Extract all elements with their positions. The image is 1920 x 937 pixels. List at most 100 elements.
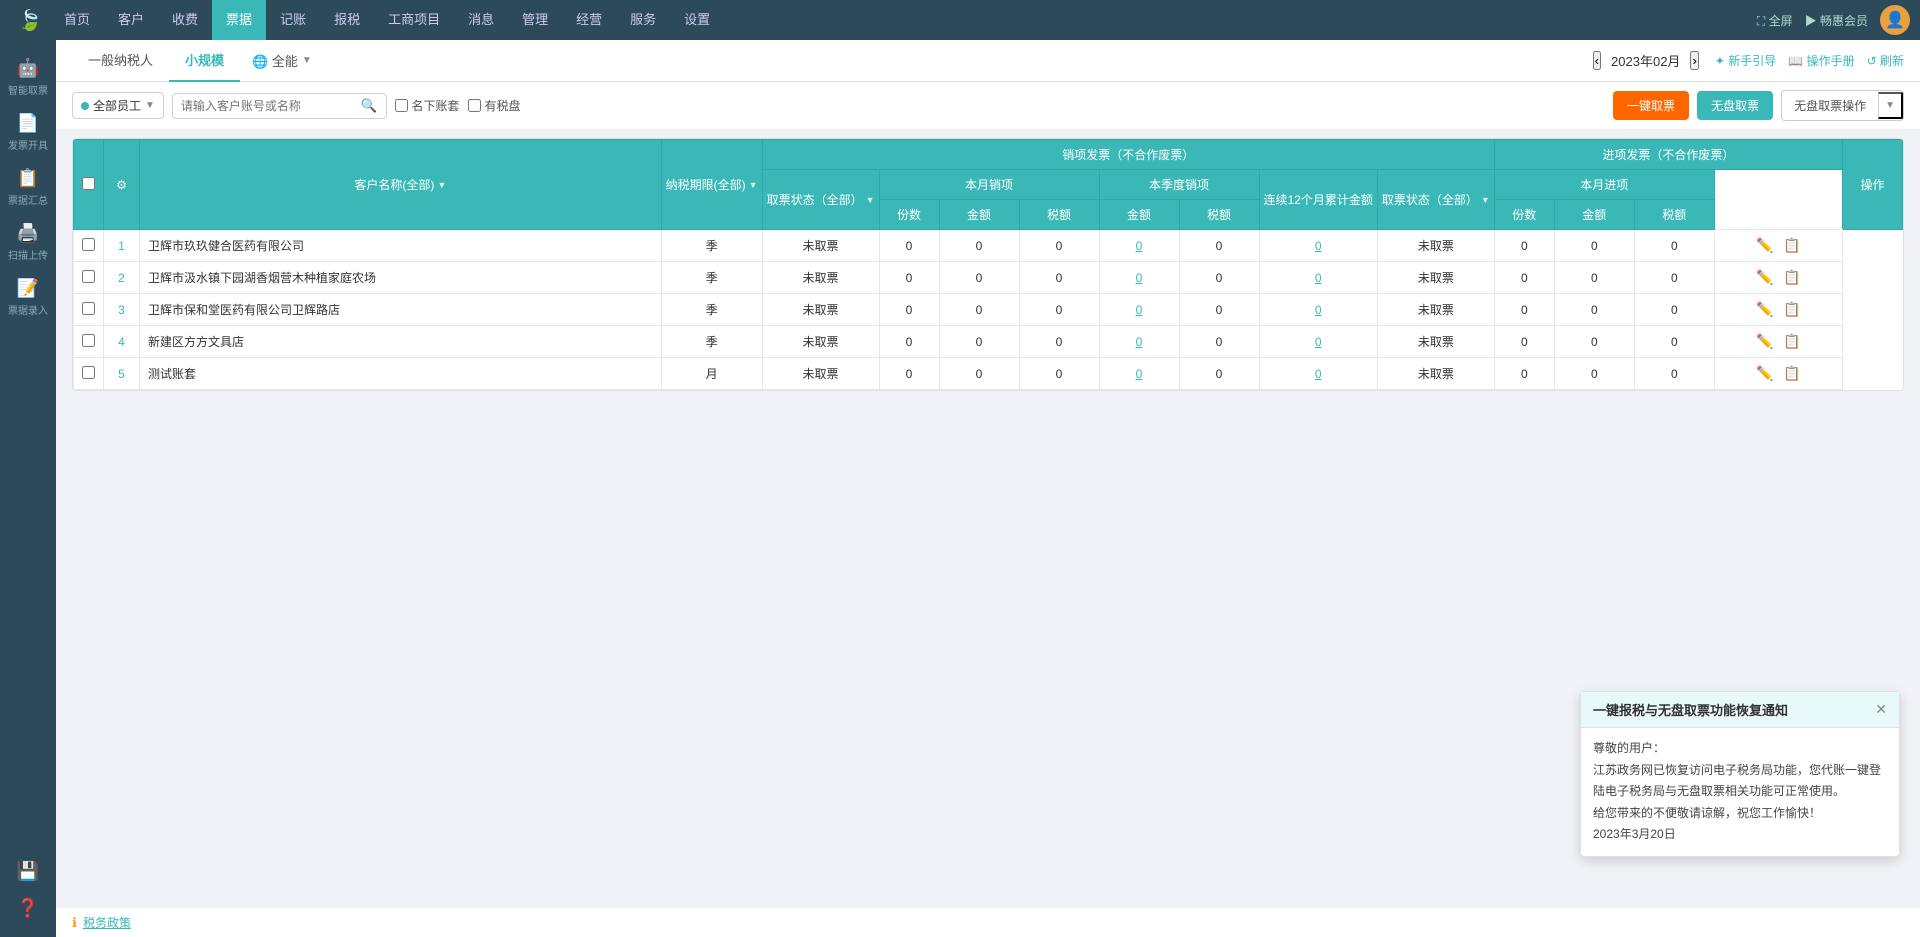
sidebar-item-label: 智能取票 bbox=[8, 82, 48, 97]
tax-policy-link[interactable]: 税务政策 bbox=[83, 914, 131, 931]
fullscreen-btn[interactable]: ⛶ 全屏 bbox=[1757, 12, 1793, 29]
table-row: 5 测试账套 月 未取票 0 0 0 0 0 0 未取票 0 0 0 ✏️ 📋 bbox=[74, 358, 1903, 390]
no-disk-op-main[interactable]: 无盘取票操作 bbox=[1782, 91, 1878, 120]
row-pm-tax: 0 bbox=[1634, 230, 1714, 262]
row-pm-amount: 0 bbox=[1554, 326, 1634, 358]
no-disk-op-btn[interactable]: 无盘取票操作 ▼ bbox=[1781, 90, 1904, 121]
staff-select[interactable]: 全部员工 ▼ bbox=[72, 92, 164, 119]
new-guide-link[interactable]: ✦ 新手引导 bbox=[1715, 52, 1776, 69]
select-all-checkbox[interactable] bbox=[82, 177, 95, 190]
tab-bar: 一般纳税人 小规模 🌐 全能 ▼ ‹ 2023年02月 › ✦ 新手引导 📖 操… bbox=[56, 40, 1920, 82]
row-checkbox[interactable] bbox=[82, 238, 95, 251]
row-num: 3 bbox=[104, 294, 140, 326]
nav-business[interactable]: 工商项目 bbox=[374, 0, 454, 40]
info-icon: ℹ bbox=[72, 915, 77, 931]
th-sales-12m: 连续12个月累计金额 bbox=[1259, 170, 1377, 230]
sidebar-item-label: 票据汇总 bbox=[8, 192, 48, 207]
row-checkbox[interactable] bbox=[82, 270, 95, 283]
filter-icon[interactable]: ▼ bbox=[437, 180, 446, 190]
sidebar-item-scan[interactable]: 🖨️ 扫描上传 bbox=[0, 215, 56, 270]
refresh-link[interactable]: ↺ 刷新 bbox=[1867, 52, 1904, 69]
period-next-btn[interactable]: › bbox=[1690, 51, 1698, 70]
my-accounts-checkbox[interactable]: 名下账套 bbox=[395, 97, 460, 114]
row-op: ✏️ 📋 bbox=[1714, 294, 1842, 326]
notification-popup: 一键报税与无盘取票功能恢复通知 ✕ 尊敬的用户： 江苏政务网已恢复访问电子税务局… bbox=[1580, 691, 1900, 857]
edit-btn[interactable]: ✏️ bbox=[1753, 301, 1776, 318]
has-tax-disk-check[interactable] bbox=[468, 99, 481, 112]
nav-bookkeeping[interactable]: 记账 bbox=[266, 0, 320, 40]
tab-small-scale[interactable]: 小规模 bbox=[169, 40, 240, 82]
filter-icon[interactable]: ▼ bbox=[866, 195, 875, 205]
row-sq-tax: 0 bbox=[1179, 230, 1259, 262]
nav-home[interactable]: 首页 bbox=[50, 0, 104, 40]
row-sm-tax: 0 bbox=[1019, 294, 1099, 326]
settings-icon[interactable]: ⚙ bbox=[116, 178, 127, 192]
row-sm-amount: 0 bbox=[939, 358, 1019, 390]
no-disk-btn[interactable]: 无盘取票 bbox=[1697, 91, 1773, 120]
sidebar-bottom: 💾 ❓ bbox=[0, 853, 56, 937]
filter-icon[interactable]: ▼ bbox=[749, 180, 758, 190]
status-bar: ℹ 税务政策 bbox=[56, 907, 1920, 937]
nav-service[interactable]: 服务 bbox=[616, 0, 670, 40]
no-disk-op-arrow[interactable]: ▼ bbox=[1878, 92, 1903, 119]
row-sq-amount: 0 bbox=[1099, 326, 1179, 358]
search-input[interactable] bbox=[173, 95, 353, 117]
row-pm-count: 0 bbox=[1494, 358, 1554, 390]
detail-btn[interactable]: 📋 bbox=[1780, 269, 1803, 286]
notification-close-btn[interactable]: ✕ bbox=[1875, 701, 1887, 718]
sidebar-item-input[interactable]: 📝 票据录入 bbox=[0, 270, 56, 325]
row-sm-amount: 0 bbox=[939, 262, 1019, 294]
nav-message[interactable]: 消息 bbox=[454, 0, 508, 40]
member-btn[interactable]: ▶ 畅惠会员 bbox=[1805, 12, 1868, 29]
th-sq-tax: 税额 bbox=[1179, 200, 1259, 230]
detail-btn[interactable]: 📋 bbox=[1780, 333, 1803, 350]
has-tax-disk-checkbox[interactable]: 有税盘 bbox=[468, 97, 521, 114]
row-tax-period: 月 bbox=[661, 358, 762, 390]
row-sm-count: 0 bbox=[879, 294, 939, 326]
manual-link[interactable]: 📖 操作手册 bbox=[1788, 52, 1854, 69]
nav-tax[interactable]: 报税 bbox=[320, 0, 374, 40]
filter-icon[interactable]: ▼ bbox=[1481, 195, 1490, 205]
summary-icon: 📋 bbox=[17, 168, 39, 189]
row-tax-period: 季 bbox=[661, 326, 762, 358]
row-checkbox[interactable] bbox=[82, 366, 95, 379]
row-sm-count: 0 bbox=[879, 262, 939, 294]
dot-icon bbox=[81, 102, 89, 110]
detail-btn[interactable]: 📋 bbox=[1780, 301, 1803, 318]
sidebar-item-download[interactable]: 💾 bbox=[0, 853, 56, 890]
nav-invoice[interactable]: 票据 bbox=[212, 0, 266, 40]
nav-operation[interactable]: 经营 bbox=[562, 0, 616, 40]
detail-btn[interactable]: 📋 bbox=[1780, 237, 1803, 254]
nav-fee[interactable]: 收费 bbox=[158, 0, 212, 40]
user-avatar[interactable]: 👤 bbox=[1880, 5, 1910, 35]
period-prev-btn[interactable]: ‹ bbox=[1593, 51, 1601, 70]
tab-all-label: 🌐 全能 bbox=[252, 51, 298, 70]
row-name: 卫辉市汲水镇下园湖香烟营木种植家庭农场 bbox=[140, 262, 662, 294]
edit-btn[interactable]: ✏️ bbox=[1753, 365, 1776, 382]
tab-all[interactable]: 🌐 全能 ▼ bbox=[240, 51, 324, 70]
row-sq-amount: 0 bbox=[1099, 262, 1179, 294]
row-pm-count: 0 bbox=[1494, 326, 1554, 358]
sidebar-item-summary[interactable]: 📋 票据汇总 bbox=[0, 160, 56, 215]
detail-btn[interactable]: 📋 bbox=[1780, 365, 1803, 382]
row-op: ✏️ 📋 bbox=[1714, 326, 1842, 358]
one-key-btn[interactable]: 一键取票 bbox=[1613, 91, 1689, 120]
row-sq-amount: 0 bbox=[1099, 294, 1179, 326]
sidebar-item-help[interactable]: ❓ bbox=[0, 890, 56, 927]
nav-customer[interactable]: 客户 bbox=[104, 0, 158, 40]
nav-settings[interactable]: 设置 bbox=[670, 0, 724, 40]
tab-general-taxpayer[interactable]: 一般纳税人 bbox=[72, 40, 169, 82]
row-checkbox[interactable] bbox=[82, 334, 95, 347]
search-button[interactable]: 🔍 bbox=[353, 94, 386, 118]
sidebar-item-ai-invoice[interactable]: 🤖 智能取票 bbox=[0, 50, 56, 105]
row-checkbox[interactable] bbox=[82, 302, 95, 315]
sidebar-item-open-invoice[interactable]: 📄 发票开具 bbox=[0, 105, 56, 160]
my-accounts-check[interactable] bbox=[395, 99, 408, 112]
th-sm-tax: 税额 bbox=[1019, 200, 1099, 230]
edit-btn[interactable]: ✏️ bbox=[1753, 269, 1776, 286]
nav-manage[interactable]: 管理 bbox=[508, 0, 562, 40]
edit-btn[interactable]: ✏️ bbox=[1753, 237, 1776, 254]
open-invoice-icon: 📄 bbox=[17, 113, 39, 134]
edit-btn[interactable]: ✏️ bbox=[1753, 333, 1776, 350]
th-pm-amount: 金额 bbox=[1554, 200, 1634, 230]
